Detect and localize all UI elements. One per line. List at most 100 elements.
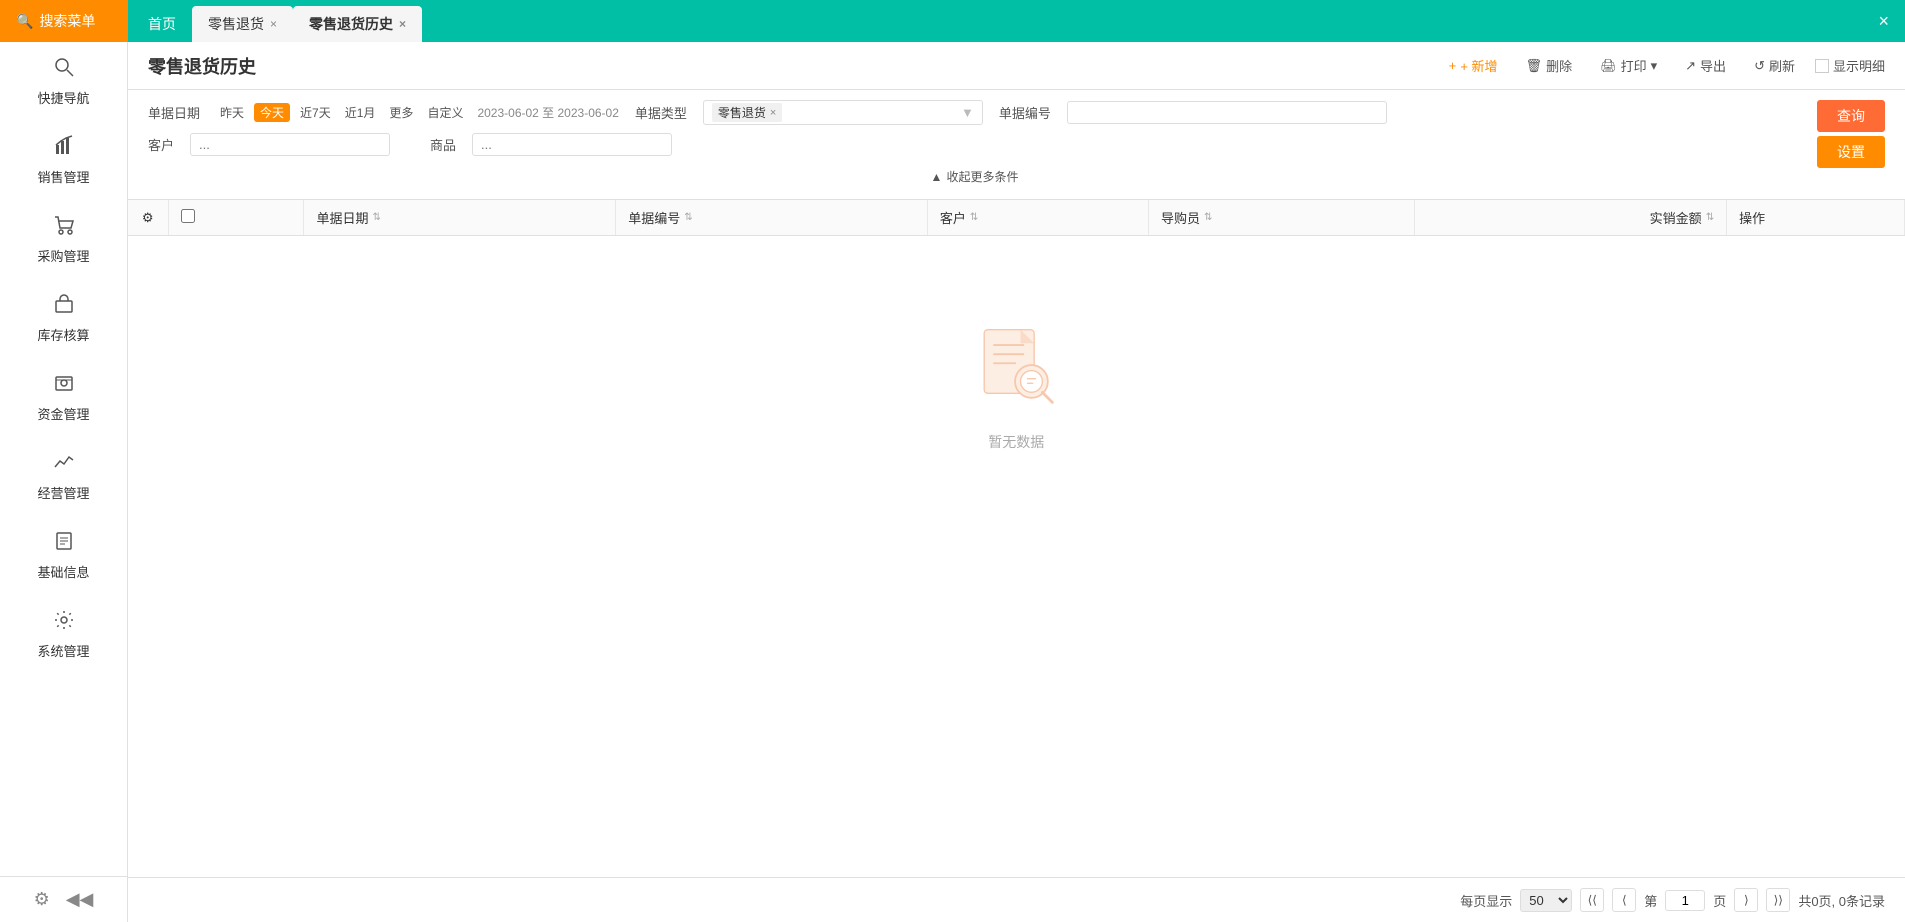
data-table: ⚙ 单据日期 ⇅ 单据编号 <box>128 200 1905 532</box>
search-menu-button[interactable]: 🔍 搜索菜单 <box>0 0 128 42</box>
last-page-button[interactable]: ⟩⟩ <box>1766 888 1790 912</box>
sidebar-item-basic-info[interactable]: 基础信息 <box>0 516 127 595</box>
date-sort-icon[interactable]: ⇅ <box>372 212 380 223</box>
search-label: 搜索菜单 <box>39 11 95 31</box>
per-page-select[interactable]: 50 20 100 <box>1520 889 1572 912</box>
date-yesterday[interactable]: 昨天 <box>216 103 248 122</box>
filter-row-2: 客户 商品 <box>148 133 1801 156</box>
collapse-up-icon: ▲ <box>931 170 943 184</box>
date-custom[interactable]: 自定义 <box>423 103 467 122</box>
purchase-mgmt-icon <box>53 214 75 242</box>
show-detail-toggle[interactable]: 显示明细 <box>1815 56 1885 75</box>
refresh-button[interactable]: ↺ 刷新 <box>1746 52 1803 79</box>
page-label: 第 <box>1644 891 1657 910</box>
action-col-header: 操作 <box>1727 200 1905 236</box>
page-unit: 页 <box>1713 891 1726 910</box>
next-page-button[interactable]: ⟩ <box>1734 888 1758 912</box>
sidebar: 快捷导航 销售管理 采购管理 库存核算 资金管理 <box>0 42 128 922</box>
search-icon: 🔍 <box>16 13 33 30</box>
sidebar-item-ops-mgmt[interactable]: 经营管理 <box>0 437 127 516</box>
empty-text: 暂无数据 <box>988 432 1044 452</box>
settings-bottom-icon[interactable]: ⚙ <box>34 889 50 910</box>
tab-retail-return-close[interactable]: × <box>270 17 277 31</box>
settings-col-header[interactable]: ⚙ <box>128 200 168 236</box>
page-title: 零售退货历史 <box>148 53 256 79</box>
sidebar-item-quick-nav-label: 快捷导航 <box>37 88 89 107</box>
date-shortcuts: 昨天 今天 近7天 近1月 更多 自定义 2023-06-02 至 2023-0… <box>216 103 619 122</box>
customer-col-header[interactable]: 客户 ⇅ <box>927 200 1148 236</box>
filter-bar: 单据日期 昨天 今天 近7天 近1月 更多 自定义 2023-06-02 至 2… <box>128 90 1905 200</box>
sidebar-item-inventory[interactable]: 库存核算 <box>0 279 127 358</box>
add-button[interactable]: + + 新增 <box>1441 52 1506 79</box>
select-all-checkbox[interactable] <box>181 209 195 223</box>
goods-input[interactable] <box>472 133 672 156</box>
inventory-icon <box>53 293 75 321</box>
checkbox-col-header[interactable] <box>168 200 304 236</box>
sidebar-item-quick-nav[interactable]: 快捷导航 <box>0 42 127 121</box>
amount-sort-icon[interactable]: ⇅ <box>1706 212 1714 223</box>
doc-type-tag-close[interactable]: × <box>770 107 776 119</box>
sys-mgmt-icon <box>53 609 75 637</box>
print-button[interactable]: 🖨 打印 ▾ <box>1592 52 1665 79</box>
date-more[interactable]: 更多 <box>385 103 417 122</box>
docno-col-header[interactable]: 单据编号 ⇅ <box>616 200 928 236</box>
tab-retail-return-history-close[interactable]: × <box>399 17 406 31</box>
prev-page-button[interactable]: ⟨ <box>1612 888 1636 912</box>
speaker-bottom-icon[interactable]: ◀◀ <box>66 889 94 910</box>
delete-icon: 🗑 <box>1526 58 1543 74</box>
print-icon: 🖨 <box>1600 58 1617 74</box>
date-7days[interactable]: 近7天 <box>296 103 335 122</box>
sidebar-item-finance-mgmt-label: 资金管理 <box>37 404 89 423</box>
sidebar-item-finance-mgmt[interactable]: 资金管理 <box>0 358 127 437</box>
total-records: 共0页, 0条记录 <box>1798 891 1885 910</box>
delete-button[interactable]: 🗑 删除 <box>1518 52 1581 79</box>
date-col-header[interactable]: 单据日期 ⇅ <box>304 200 616 236</box>
show-detail-checkbox[interactable] <box>1815 59 1829 73</box>
sidebar-item-purchase-mgmt-label: 采购管理 <box>37 246 89 265</box>
tab-home[interactable]: 首页 <box>132 6 192 42</box>
toolbar-actions: + + 新增 🗑 删除 🖨 打印 ▾ ↗ 导出 ↺ <box>1441 52 1885 79</box>
doc-id-input[interactable] <box>1067 101 1387 124</box>
sidebar-item-sys-mgmt[interactable]: 系统管理 <box>0 595 127 674</box>
tab-retail-return-history[interactable]: 零售退货历史 × <box>293 6 422 42</box>
sidebar-item-basic-info-label: 基础信息 <box>37 562 89 581</box>
export-button[interactable]: ↗ 导出 <box>1677 52 1734 79</box>
customer-sort-icon[interactable]: ⇅ <box>970 212 978 223</box>
filter-actions: 查询 设置 <box>1817 100 1885 168</box>
tab-retail-return[interactable]: 零售退货 × <box>192 6 293 42</box>
sidebar-item-sys-mgmt-label: 系统管理 <box>37 641 89 660</box>
date-filter-label: 单据日期 <box>148 103 200 122</box>
page-number-input[interactable] <box>1665 890 1705 911</box>
set-button[interactable]: 设置 <box>1817 136 1885 168</box>
customer-input[interactable] <box>190 133 390 156</box>
docno-sort-icon[interactable]: ⇅ <box>684 212 692 223</box>
date-today[interactable]: 今天 <box>254 103 290 122</box>
table-settings-icon[interactable]: ⚙ <box>142 210 154 225</box>
first-page-button[interactable]: ⟨⟨ <box>1580 888 1604 912</box>
query-button[interactable]: 查询 <box>1817 100 1885 132</box>
ops-mgmt-icon <box>53 451 75 479</box>
pagination: 每页显示 50 20 100 ⟨⟨ ⟨ 第 页 ⟩ ⟩⟩ 共0页, 0条记录 <box>128 877 1905 922</box>
sidebar-bottom: ⚙ ◀◀ <box>0 876 127 922</box>
table-container: ⚙ 单据日期 ⇅ 单据编号 <box>128 200 1905 877</box>
empty-state: 暂无数据 <box>128 236 1905 532</box>
content-area: 零售退货历史 + + 新增 🗑 删除 🖨 打印 ▾ ↗ 导出 <box>128 42 1905 922</box>
guide-sort-icon[interactable]: ⇅ <box>1204 212 1212 223</box>
collapse-row[interactable]: ▲ 收起更多条件 <box>148 164 1801 189</box>
guide-col-header[interactable]: 导购员 ⇅ <box>1148 200 1414 236</box>
finance-mgmt-icon <box>53 372 75 400</box>
sales-mgmt-icon <box>53 135 75 163</box>
date-range-display: 2023-06-02 至 2023-06-02 <box>477 104 618 121</box>
main-layout: 快捷导航 销售管理 采购管理 库存核算 资金管理 <box>0 42 1905 922</box>
quick-nav-icon <box>53 56 75 84</box>
window-close-button[interactable]: × <box>1862 0 1905 42</box>
add-icon: + <box>1449 58 1457 73</box>
doc-type-dropdown-icon[interactable]: ▼ <box>961 105 974 120</box>
doc-type-filter-container[interactable]: 零售退货 × ▼ <box>703 100 983 125</box>
amount-col-header[interactable]: 实销金额 ⇅ <box>1415 200 1727 236</box>
date-1month[interactable]: 近1月 <box>341 103 380 122</box>
sidebar-item-purchase-mgmt[interactable]: 采购管理 <box>0 200 127 279</box>
sidebar-item-sales-mgmt[interactable]: 销售管理 <box>0 121 127 200</box>
top-bar: 🔍 搜索菜单 首页 零售退货 × 零售退货历史 × × <box>0 0 1905 42</box>
goods-filter-label: 商品 <box>430 135 456 154</box>
